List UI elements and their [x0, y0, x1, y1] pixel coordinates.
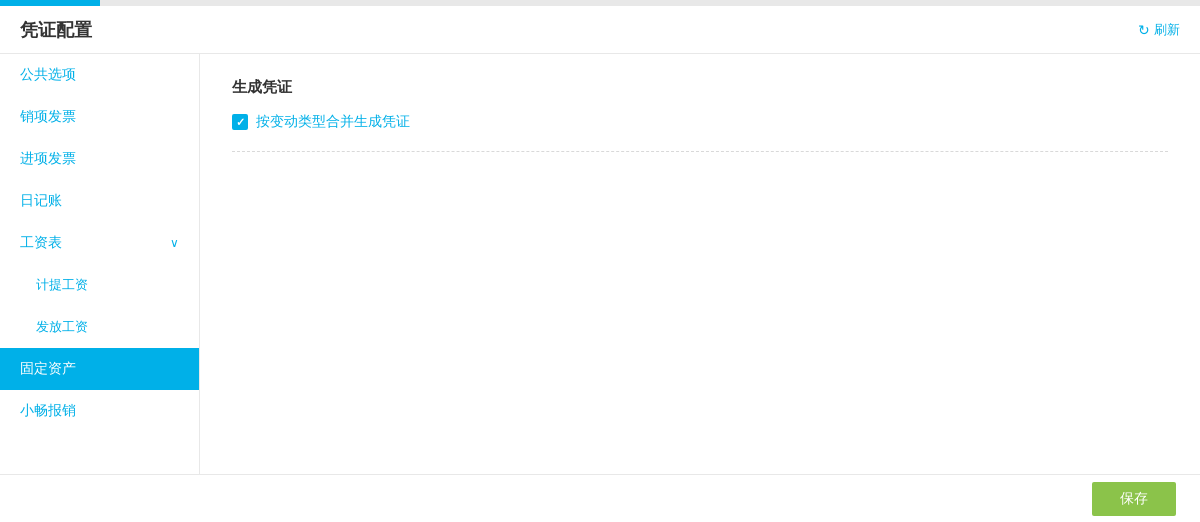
header: 凭证配置 ↻ 刷新 — [0, 6, 1200, 54]
chevron-down-icon: ∨ — [170, 236, 179, 250]
sidebar-item-payroll[interactable]: 工资表 ∨ — [0, 222, 199, 264]
sidebar-item-journal[interactable]: 日记账 — [0, 180, 199, 222]
section-divider — [232, 151, 1168, 152]
sidebar-item-label: 日记账 — [20, 192, 62, 210]
sidebar: 公共选项 销项发票 进项发票 日记账 工资表 ∨ 计提工资 发放工资 固定资 — [0, 54, 200, 474]
sidebar-item-commission[interactable]: 计提工资 — [0, 264, 199, 306]
sidebar-item-label: 计提工资 — [36, 276, 88, 294]
footer: 保存 — [0, 474, 1200, 522]
sidebar-item-expense[interactable]: 小畅报销 — [0, 390, 199, 432]
checkbox-row: 按变动类型合并生成凭证 — [232, 113, 1168, 131]
sidebar-item-public[interactable]: 公共选项 — [0, 54, 199, 96]
sidebar-item-label: 固定资产 — [20, 360, 76, 378]
refresh-label: 刷新 — [1154, 21, 1180, 39]
sidebar-item-label: 公共选项 — [20, 66, 76, 84]
section-title: 生成凭证 — [232, 78, 1168, 97]
sidebar-item-label: 进项发票 — [20, 150, 76, 168]
sidebar-item-label: 销项发票 — [20, 108, 76, 126]
sidebar-item-fixed-assets[interactable]: 固定资产 — [0, 348, 199, 390]
page-title: 凭证配置 — [20, 18, 92, 42]
sidebar-item-label: 发放工资 — [36, 318, 88, 336]
merge-checkbox[interactable] — [232, 114, 248, 130]
sidebar-item-label: 工资表 — [20, 234, 62, 252]
checkbox-label[interactable]: 按变动类型合并生成凭证 — [256, 113, 410, 131]
refresh-button[interactable]: ↻ 刷新 — [1138, 21, 1180, 39]
sidebar-item-purchase-invoice[interactable]: 进项发票 — [0, 138, 199, 180]
page-container: 凭证配置 ↻ 刷新 公共选项 销项发票 进项发票 日记账 工资表 ∨ — [0, 0, 1200, 522]
sidebar-item-sales-invoice[interactable]: 销项发票 — [0, 96, 199, 138]
sidebar-item-label: 小畅报销 — [20, 402, 76, 420]
main-content: 公共选项 销项发票 进项发票 日记账 工资表 ∨ 计提工资 发放工资 固定资 — [0, 54, 1200, 474]
sidebar-item-payout[interactable]: 发放工资 — [0, 306, 199, 348]
save-button[interactable]: 保存 — [1092, 482, 1176, 516]
refresh-icon: ↻ — [1138, 22, 1150, 38]
content-area: 生成凭证 按变动类型合并生成凭证 — [200, 54, 1200, 474]
